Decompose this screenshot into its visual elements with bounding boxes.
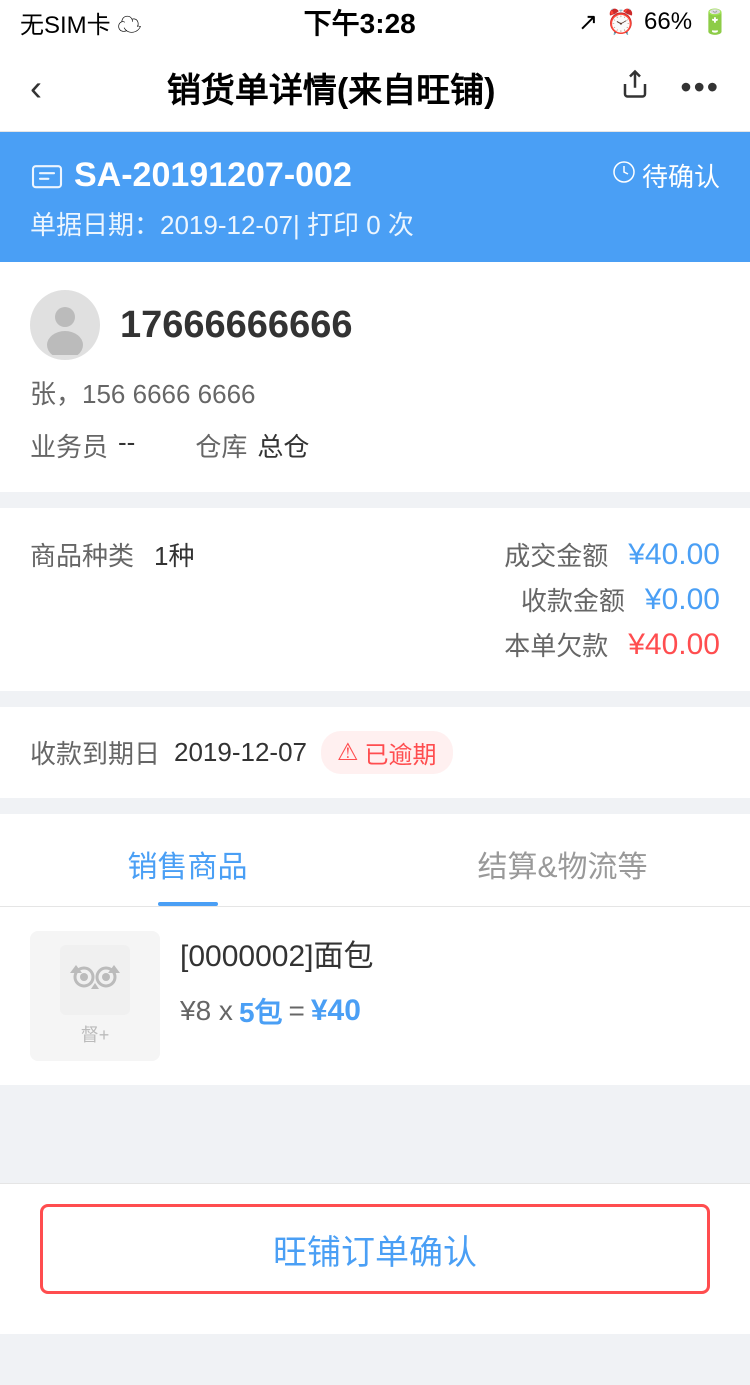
- battery-icon: 🔋: [700, 8, 730, 37]
- overdue-text: 已逾期: [365, 735, 437, 770]
- price-total: ¥40: [311, 994, 361, 1028]
- product-price: ¥8 x 5包 = ¥40: [180, 991, 720, 1031]
- summary-section: 商品种类 1种 成交金额 ¥40.00 收款金额 ¥0.00 本单欠款 ¥40.…: [0, 508, 750, 691]
- status-bar: 无SIM卡 ☁ 下午3:28 ↗ ⏰ 66% 🔋: [0, 0, 750, 44]
- sales-value: --: [118, 427, 135, 464]
- price-qty: 5包: [239, 991, 283, 1031]
- transaction-label: 成交金额: [504, 536, 608, 573]
- tabs-section: 销售商品 结算&物流等: [0, 814, 750, 1085]
- debt-value: ¥40.00: [628, 628, 720, 662]
- warehouse-label: 仓库: [195, 427, 247, 464]
- header-date: 单据日期：2019-12-07| 打印 0 次: [30, 205, 720, 242]
- warehouse-value: 总仓: [257, 427, 309, 464]
- nav-bar: ‹ 销货单详情(来自旺铺) •••: [0, 44, 750, 132]
- product-type-label: 商品种类: [30, 536, 134, 573]
- debt-label: 本单欠款: [504, 626, 608, 663]
- received-label: 收款金额: [521, 581, 625, 618]
- bottom-bar: 旺铺订单确认: [0, 1183, 750, 1334]
- amounts-section: 成交金额 ¥40.00 收款金额 ¥0.00 本单欠款 ¥40.00: [504, 536, 720, 663]
- header-card: SA-20191207-002 待确认 单据日期：2019-12-07| 打印 …: [0, 132, 750, 262]
- sales-label: 业务员: [30, 427, 108, 464]
- product-name: [0000002]面包: [180, 931, 720, 975]
- due-label: 收款到期日: [30, 734, 160, 771]
- order-id: SA-20191207-002: [30, 156, 352, 195]
- price-text: ¥8 x: [180, 995, 233, 1027]
- tab-sales[interactable]: 销售商品: [0, 814, 375, 906]
- avatar: [30, 290, 100, 360]
- status-time: 下午3:28: [304, 2, 416, 42]
- product-item: 督+ [0000002]面包 ¥8 x 5包 = ¥40: [0, 907, 750, 1085]
- sim-status: 无SIM卡 ☁: [20, 5, 141, 40]
- customer-phone: 17666666666: [120, 304, 352, 347]
- location-icon: ↗: [578, 8, 598, 37]
- back-button[interactable]: ‹: [30, 67, 42, 109]
- share-icon[interactable]: [620, 69, 650, 107]
- product-thumbnail: 督+: [30, 931, 160, 1061]
- product-info: [0000002]面包 ¥8 x 5包 = ¥40: [180, 931, 720, 1031]
- more-icon[interactable]: •••: [680, 69, 720, 106]
- clock-icon: [612, 160, 636, 191]
- warning-icon: ⚠: [337, 738, 359, 767]
- transaction-value: ¥40.00: [628, 538, 720, 572]
- tabs-header: 销售商品 结算&物流等: [0, 814, 750, 907]
- received-value: ¥0.00: [645, 583, 720, 617]
- customer-name: 张，156 6666 6666: [30, 374, 720, 411]
- nav-actions: •••: [620, 69, 720, 107]
- customer-section: 17666666666 张，156 6666 6666 业务员 -- 仓库 总仓: [0, 262, 750, 492]
- due-date-value: 2019-12-07: [174, 737, 307, 768]
- equal-sign: =: [289, 995, 305, 1027]
- status-left: 无SIM卡 ☁: [20, 5, 141, 40]
- alarm-icon: ⏰: [606, 8, 636, 37]
- confirm-order-button[interactable]: 旺铺订单确认: [40, 1204, 710, 1294]
- due-date-section: 收款到期日 2019-12-07 ⚠ 已逾期: [0, 707, 750, 798]
- brand-label: 督+: [81, 1021, 110, 1047]
- tab-settlement[interactable]: 结算&物流等: [375, 814, 750, 906]
- page-title: 销货单详情(来自旺铺): [167, 63, 496, 112]
- overdue-badge: ⚠ 已逾期: [321, 731, 453, 774]
- customer-meta: 业务员 -- 仓库 总仓: [30, 427, 720, 464]
- status-right: ↗ ⏰ 66% 🔋: [578, 8, 730, 37]
- order-status: 待确认: [612, 157, 720, 194]
- product-type-value: 1种: [154, 536, 194, 573]
- battery-status: 66%: [644, 8, 692, 36]
